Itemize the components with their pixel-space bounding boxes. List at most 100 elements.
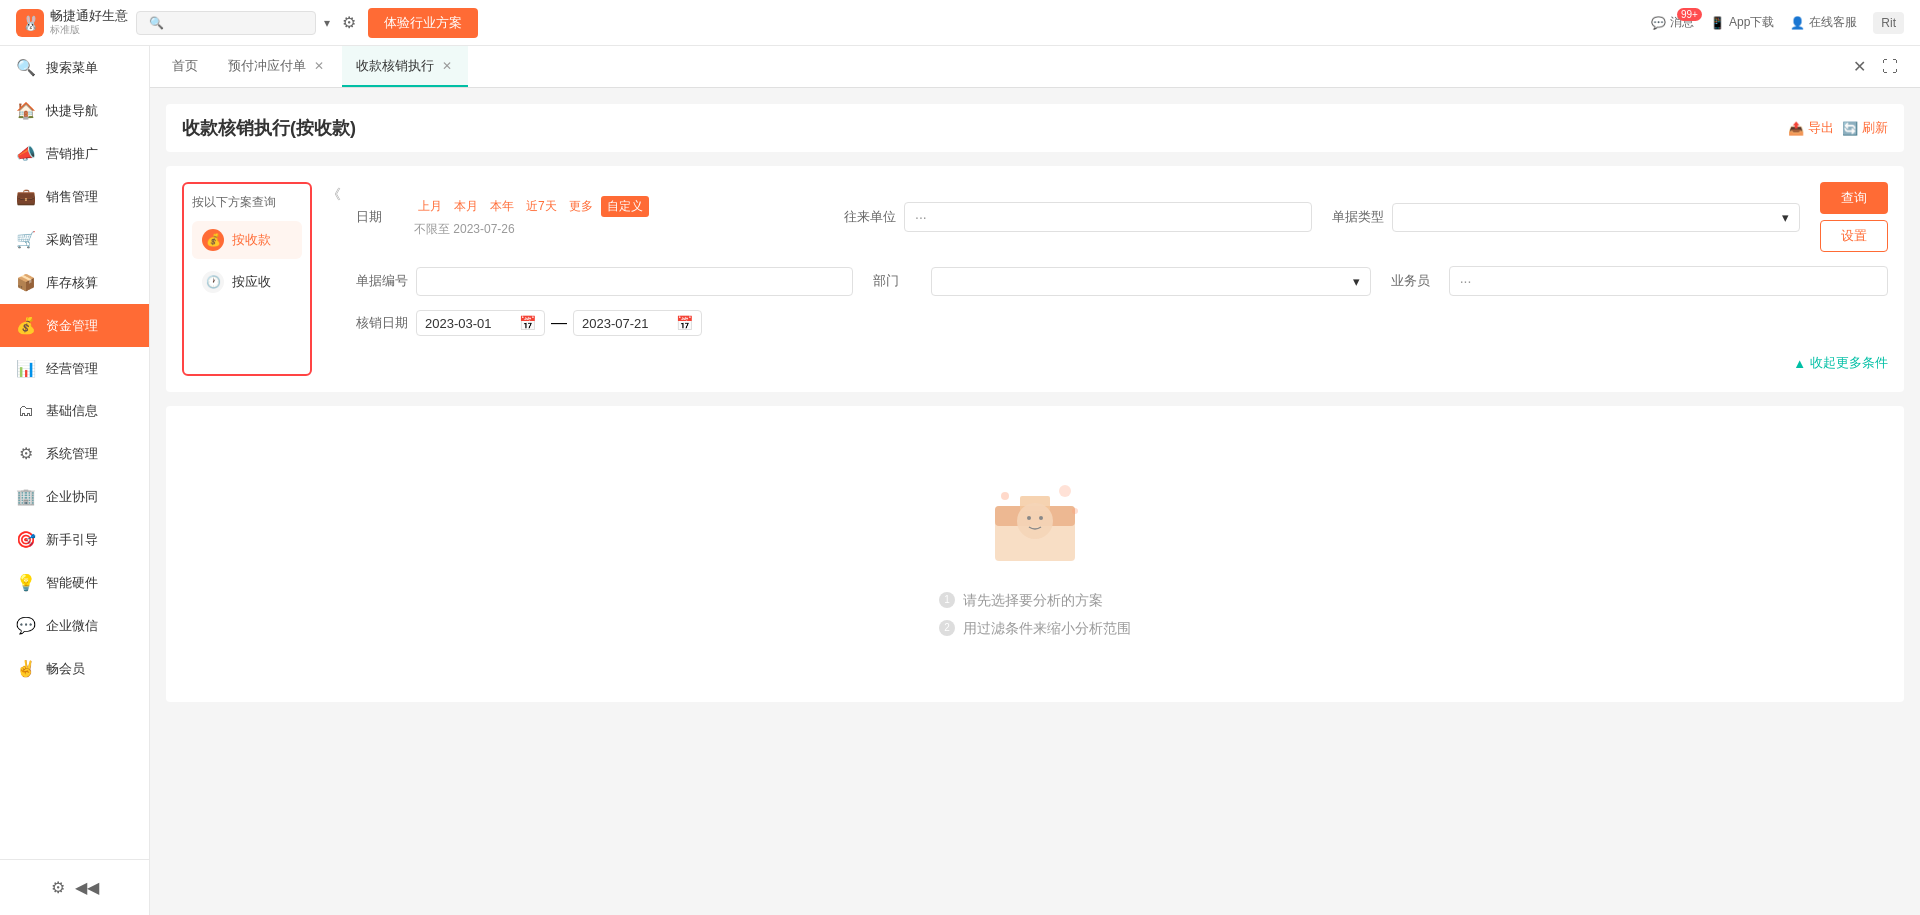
verify-start-input[interactable] [425, 316, 515, 331]
header-dropdown[interactable]: ▾ [324, 16, 330, 30]
gear-button[interactable]: ⚙ [338, 9, 360, 36]
doc-no-filter-field: 单据编号 [356, 267, 853, 296]
tab-prepay-offset[interactable]: 预付冲应付单 ✕ [214, 46, 340, 87]
sidebar-item-wechat[interactable]: 💬 企业微信 [0, 604, 149, 647]
collapse-more-button[interactable]: ▲ 收起更多条件 [356, 350, 1888, 376]
empty-tip-1: 1 请先选择要分析的方案 [939, 586, 1131, 614]
date-btn-more[interactable]: 更多 [565, 196, 597, 217]
filter-row-3: 核销日期 📅 — 📅 [356, 310, 1888, 336]
date-btn-this-month[interactable]: 本月 [450, 196, 482, 217]
date-btn-custom[interactable]: 自定义 [601, 196, 649, 217]
logo-area: 🐰 畅捷通好生意 标准版 [16, 8, 128, 38]
tip-num-2: 2 [939, 620, 955, 636]
tab-home[interactable]: 首页 [158, 46, 212, 87]
top-search-bar[interactable]: 🔍 [136, 11, 316, 35]
hardware-icon: 💡 [16, 573, 36, 592]
sidebar-item-marketing[interactable]: 📣 营销推广 [0, 132, 149, 175]
sidebar-item-quick-nav[interactable]: 🏠 快捷导航 [0, 89, 149, 132]
sidebar-item-search-menu[interactable]: 🔍 搜索菜单 [0, 46, 149, 89]
date-btn-this-year[interactable]: 本年 [486, 196, 518, 217]
verify-end-input[interactable] [582, 316, 672, 331]
date-btn-last-month[interactable]: 上月 [414, 196, 446, 217]
verify-start-calendar-icon[interactable]: 📅 [519, 315, 536, 331]
verify-date-filter-field: 核销日期 📅 — 📅 [356, 310, 1888, 336]
trial-button[interactable]: 体验行业方案 [368, 8, 478, 38]
svg-point-8 [1072, 508, 1078, 514]
sidebar-item-guide[interactable]: 🎯 新手引导 [0, 518, 149, 561]
refresh-button[interactable]: 🔄 刷新 [1842, 119, 1888, 137]
refresh-label: 刷新 [1862, 119, 1888, 137]
tab-receipt-close[interactable]: ✕ [440, 57, 454, 75]
empty-tips: 1 请先选择要分析的方案 2 用过滤条件来缩小分析范围 [939, 586, 1131, 642]
filter-option-by-receivable[interactable]: 🕐 按应收 [192, 263, 302, 301]
sidebar-label-vip: 畅会员 [46, 660, 85, 678]
doc-type-filter-field: 单据类型 ▾ [1332, 203, 1800, 232]
wechat-icon: 💬 [16, 616, 36, 635]
service-icon: 👤 [1790, 16, 1805, 30]
sidebar-item-basic-info[interactable]: 🗂 基础信息 [0, 390, 149, 432]
tip-2-text: 用过滤条件来缩小分析范围 [963, 614, 1131, 642]
date-range-separator: — [551, 314, 567, 332]
sidebar-item-finance[interactable]: 💰 资金管理 [0, 304, 149, 347]
tab-prepay-close[interactable]: ✕ [312, 57, 326, 75]
page-content: 收款核销执行(按收款) 📤 导出 🔄 刷新 按以下方案查询 [150, 88, 1920, 915]
header-right: 💬 消息 99+ 📱 App下载 👤 在线客服 Rit [1651, 12, 1904, 34]
filter-option-by-receipt[interactable]: 💰 按收款 [192, 221, 302, 259]
sidebar-item-hardware[interactable]: 💡 智能硬件 [0, 561, 149, 604]
sidebar-item-vip[interactable]: ✌ 畅会员 [0, 647, 149, 690]
tab-close-all-button[interactable]: ✕ [1847, 53, 1872, 80]
sidebar-label-quick-nav: 快捷导航 [46, 102, 98, 120]
sidebar-label-business: 经营管理 [46, 360, 98, 378]
message-icon: 💬 [1651, 16, 1666, 30]
collapse-left-icon: 《 [327, 186, 341, 204]
export-button[interactable]: 📤 导出 [1788, 119, 1834, 137]
verify-end-calendar-icon[interactable]: 📅 [676, 315, 693, 331]
app-download-action[interactable]: 📱 App下载 [1710, 14, 1774, 31]
basic-info-icon: 🗂 [16, 402, 36, 420]
logo-icon: 🐰 [16, 9, 44, 37]
tab-prepay-label: 预付冲应付单 [228, 57, 306, 75]
sidebar-item-system[interactable]: ⚙ 系统管理 [0, 432, 149, 475]
sidebar-bottom-settings[interactable]: ⚙ ◀◀ [0, 868, 149, 907]
tab-fullscreen-button[interactable]: ⛶ [1876, 54, 1904, 80]
doc-no-label: 单据编号 [356, 272, 408, 290]
download-icon: 📱 [1710, 16, 1725, 30]
filter-panel-collapse-button[interactable]: 《 [324, 182, 344, 204]
counterparty-filter-field: 往来单位 ··· [844, 202, 1312, 232]
search-menu-icon: 🔍 [16, 58, 36, 77]
doc-type-select[interactable]: ▾ [1392, 203, 1800, 232]
tabs-actions: ✕ ⛶ [1839, 46, 1912, 87]
sidebar-item-enterprise[interactable]: 🏢 企业协同 [0, 475, 149, 518]
dept-chevron-icon: ▾ [1353, 274, 1360, 289]
staff-input[interactable]: ··· [1449, 266, 1888, 296]
collapse-more-icon: ▲ [1793, 356, 1806, 371]
date-shortcuts: 上月 本月 本年 近7天 更多 自定义 [414, 196, 649, 217]
sidebar: 🔍 搜索菜单 🏠 快捷导航 📣 营销推广 💼 销售管理 🛒 采购管理 📦 库存核… [0, 46, 150, 915]
doc-no-input[interactable] [416, 267, 853, 296]
page-header-actions: 📤 导出 🔄 刷新 [1788, 119, 1888, 137]
svg-point-5 [1039, 516, 1043, 520]
app-name: 畅捷通好生意 [50, 8, 128, 24]
by-receivable-label: 按应收 [232, 273, 271, 291]
sidebar-item-sales[interactable]: 💼 销售管理 [0, 175, 149, 218]
sidebar-item-inventory[interactable]: 📦 库存核算 [0, 261, 149, 304]
doc-type-chevron-icon: ▾ [1782, 210, 1789, 225]
page-title: 收款核销执行(按收款) [182, 116, 356, 140]
user-avatar[interactable]: Rit [1873, 12, 1904, 34]
date-btn-7days[interactable]: 近7天 [522, 196, 561, 217]
counterparty-input[interactable]: ··· [904, 202, 1312, 232]
online-service-action[interactable]: 👤 在线客服 [1790, 14, 1857, 31]
dept-select[interactable]: ▾ [931, 267, 1370, 296]
sidebar-label-enterprise: 企业协同 [46, 488, 98, 506]
empty-illustration [975, 466, 1095, 566]
setting-button[interactable]: 设置 [1820, 220, 1888, 252]
vip-icon: ✌ [16, 659, 36, 678]
svg-point-4 [1027, 516, 1031, 520]
search-icon: 🔍 [149, 16, 164, 30]
sidebar-item-business[interactable]: 📊 经营管理 [0, 347, 149, 390]
tab-receipt-offset[interactable]: 收款核销执行 ✕ [342, 46, 468, 87]
message-action[interactable]: 💬 消息 99+ [1651, 14, 1694, 31]
query-button[interactable]: 查询 [1820, 182, 1888, 214]
sidebar-item-purchase[interactable]: 🛒 采购管理 [0, 218, 149, 261]
message-badge: 99+ [1677, 8, 1702, 21]
